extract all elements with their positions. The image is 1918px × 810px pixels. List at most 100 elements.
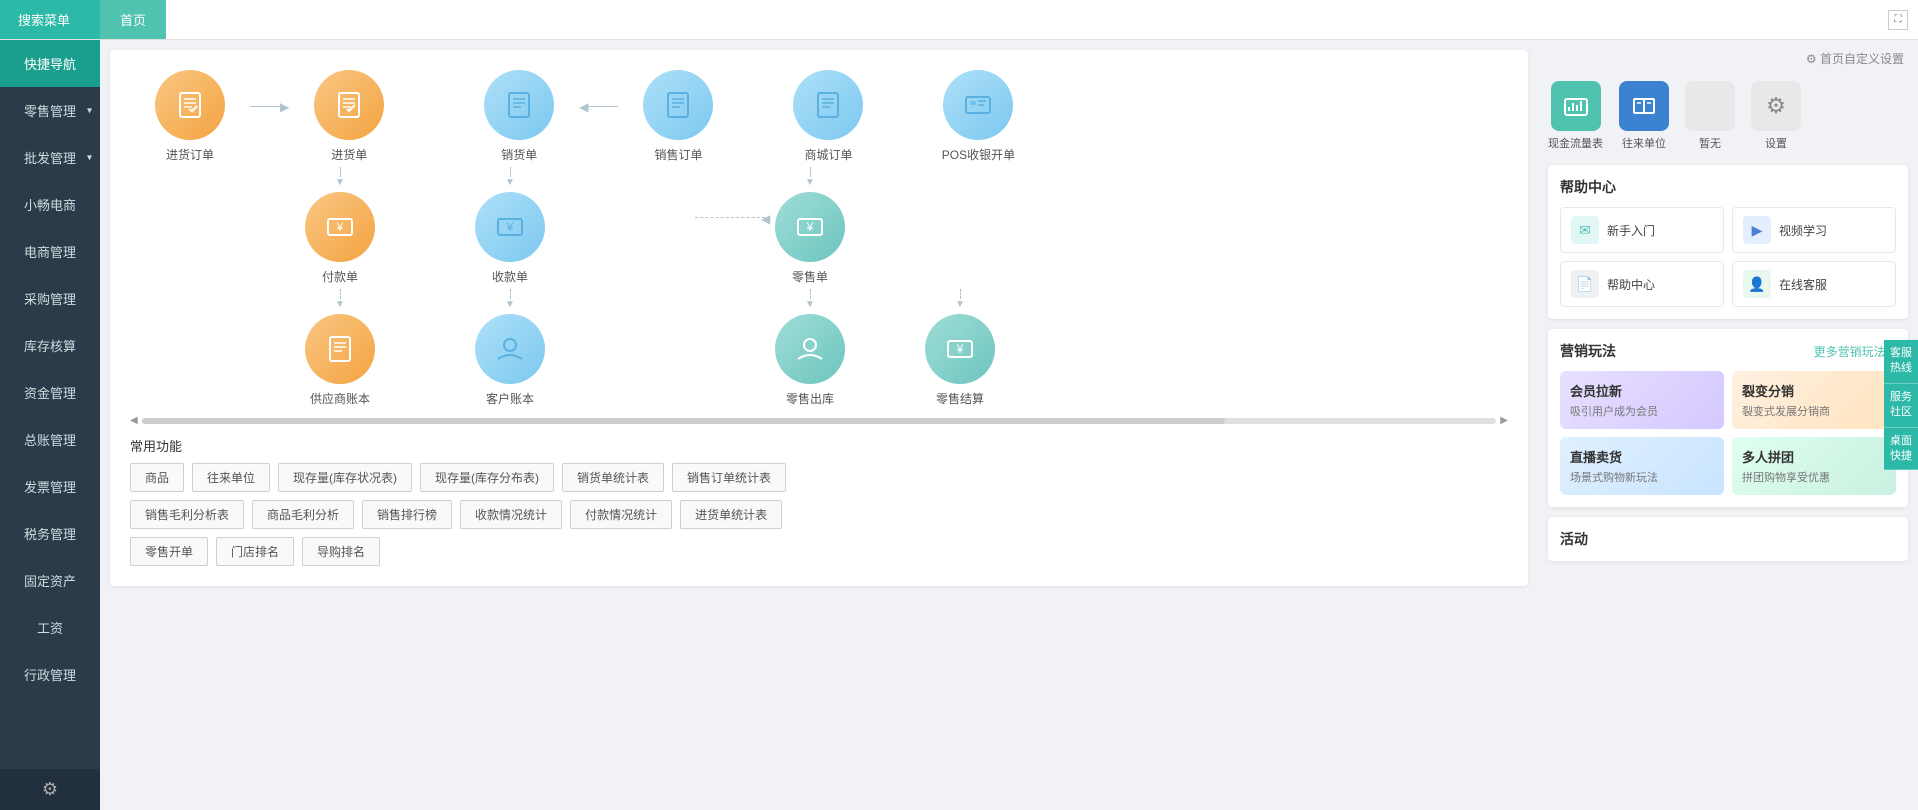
help-card: 帮助中心 ✉ 新手入门 ▶ 视频学习 📄 帮助中心 👤 [1548,165,1908,319]
fullscreen-button[interactable]: ⛶ [1888,10,1908,30]
node-payment[interactable]: ¥ 付款单 [280,192,400,285]
sp [600,289,720,310]
node-purchase-order[interactable]: 进货订单 [130,70,250,163]
func-btns-2: 销售毛利分析表 商品毛利分析 销售排行榜 收款情况统计 付款情况统计 进货单统计… [130,500,1508,529]
func-btn-product[interactable]: 商品 [130,463,184,492]
sp [720,351,750,371]
marketing-item-group[interactable]: 多人拼团 拼团购物享受优惠 [1732,437,1896,495]
func-btn-sales-order-stat[interactable]: 销售订单统计表 [672,463,786,492]
func-btn-store-rank[interactable]: 门店排名 [216,537,294,566]
help-icon: 📄 [1571,270,1599,298]
sidebar-item-assets[interactable]: 固定资产 [0,557,100,604]
node-mall-order[interactable]: 商城订单 [768,70,888,163]
sidebar-item-procurement[interactable]: 采购管理 [0,275,100,322]
sp [720,289,750,310]
svg-text:¥: ¥ [806,220,814,234]
search-menu[interactable]: 搜索菜单 [0,0,100,39]
quick-icon-settings[interactable]: ⚙ 设置 [1751,81,1801,151]
func-btn-unit[interactable]: 往来单位 [192,463,270,492]
node-retail-order[interactable]: ◀ ¥ 零售单 [750,192,870,285]
help-item-help-label: 帮助中心 [1607,276,1655,293]
side-float-desktop[interactable]: 桌面快捷 [1884,427,1918,470]
marketing-member-desc: 吸引用户成为会员 [1570,403,1714,419]
func-btn-payment-stat[interactable]: 付款情况统计 [570,500,672,529]
sidebar-item-inventory[interactable]: 库存核算 [0,322,100,369]
sidebar-item-admin[interactable]: 行政管理 [0,651,100,698]
marketing-item-member[interactable]: 会员拉新 吸引用户成为会员 [1560,371,1724,429]
sidebar-item-quicknav[interactable]: 快捷导航 [0,40,100,87]
sidebar: 快捷导航 零售管理 批发管理 小畅电商 电商管理 采购管理 库存核算 资金管理 … [0,40,100,810]
func-btn-stock2[interactable]: 现存量(库存分布表) [420,463,554,492]
node-mall-order-label: 商城订单 [804,146,852,163]
func-btn-rank[interactable]: 销售排行榜 [362,500,452,529]
sidebar-item-tax[interactable]: 税务管理 [0,510,100,557]
help-item-service[interactable]: 👤 在线客服 [1732,261,1896,307]
v-arrow-row1: ▼ ▼ ▼ [130,167,1508,188]
node-sales-doc[interactable]: 销货单 [459,70,579,163]
help-item-video[interactable]: ▶ 视频学习 [1732,207,1896,253]
node-purchase-receipt[interactable]: 进货单 [289,70,409,163]
main-panel: 进货订单 ▶ [100,40,1538,810]
sidebar-item-ecommerce[interactable]: 电商管理 [0,228,100,275]
node-payment-label: 付款单 [322,268,358,285]
node-customer[interactable]: 客户账本 [450,314,570,407]
arrow-2: ◀ [579,100,618,134]
spacer [400,229,450,249]
sidebar-item-ecommerce-small[interactable]: 小畅电商 [0,181,100,228]
node-retail-order-label: 零售单 [792,268,828,285]
sidebar-item-ledger[interactable]: 总账管理 [0,416,100,463]
func-btn-retail-order[interactable]: 零售开单 [130,537,208,566]
func-btn-guide-rank[interactable]: 导购排名 [302,537,380,566]
help-item-newbie-label: 新手入门 [1607,222,1655,239]
top-bar: 搜索菜单 首页 ⛶ [0,0,1918,40]
node-supplier[interactable]: 供应商账本 [280,314,400,407]
quick-icon-cashflow[interactable]: 现金流量表 [1548,81,1603,151]
scroll-left-arrow[interactable]: ◀ [130,415,138,426]
settings-icon-box: ⚙ [1751,81,1801,131]
marketing-live-desc: 场景式购物新玩法 [1570,469,1714,485]
func-btn-receipt-stat[interactable]: 收款情况统计 [460,500,562,529]
node-customer-label: 客户账本 [486,390,534,407]
func-btn-gross[interactable]: 销售毛利分析表 [130,500,244,529]
marketing-fission-desc: 裂变式发展分销商 [1742,403,1886,419]
scroll-right-arrow[interactable]: ▶ [1500,415,1508,426]
side-float-community[interactable]: 服务社区 [1884,384,1918,428]
sidebar-item-invoice[interactable]: 发票管理 [0,463,100,510]
home-customize[interactable]: ⚙ 首页自定义设置 [1548,50,1908,67]
quick-icon-unit[interactable]: 往来单位 [1619,81,1669,151]
marketing-title: 营销玩法 [1560,341,1616,361]
sidebar-item-retail[interactable]: 零售管理 [0,87,100,134]
help-item-newbie[interactable]: ✉ 新手入门 [1560,207,1724,253]
func-btn-sales-stat[interactable]: 销货单统计表 [562,463,664,492]
func-btn-stock1[interactable]: 现存量(库存状况表) [278,463,412,492]
node-retail-settle[interactable]: ¥ 零售结算 [900,314,1020,407]
node-purchase-receipt-label: 进货单 [331,146,367,163]
marketing-item-live[interactable]: 直播卖货 场景式购物新玩法 [1560,437,1724,495]
sidebar-item-payroll[interactable]: 工资 [0,604,100,651]
svg-text:¥: ¥ [506,220,514,234]
tab-home[interactable]: 首页 [100,0,166,39]
node-receipt[interactable]: ¥ 收款单 [450,192,570,285]
sp [400,351,450,371]
func-btn-purchase-stat[interactable]: 进货单统计表 [680,500,782,529]
node-sales-order[interactable]: 销售订单 [618,70,738,163]
sp [250,351,280,371]
flow-diagram: 进货订单 ▶ [130,70,1508,407]
payment-icon: ¥ [305,192,375,262]
sidebar-item-wholesale[interactable]: 批发管理 [0,134,100,181]
sidebar-settings[interactable]: ⚙ [0,769,100,810]
node-pos[interactable]: POS收银开单 [918,70,1038,163]
marketing-item-fission[interactable]: 裂变分销 裂变式发展分销商 [1732,371,1896,429]
side-float-service[interactable]: 客服热线 [1884,340,1918,384]
node-retail-out[interactable]: 零售出库 [750,314,870,407]
func-btn-prod-gross[interactable]: 商品毛利分析 [252,500,354,529]
marketing-live-title: 直播卖货 [1570,447,1714,466]
v-arr3: ▼ [450,167,570,188]
sp [250,289,280,310]
sales-doc-icon [484,70,554,140]
quick-icon-none[interactable]: 暂无 [1685,81,1735,151]
sidebar-item-finance[interactable]: 资金管理 [0,369,100,416]
sp [870,351,900,371]
flow-scroll[interactable]: 进货订单 ▶ [130,70,1508,411]
help-item-help[interactable]: 📄 帮助中心 [1560,261,1724,307]
